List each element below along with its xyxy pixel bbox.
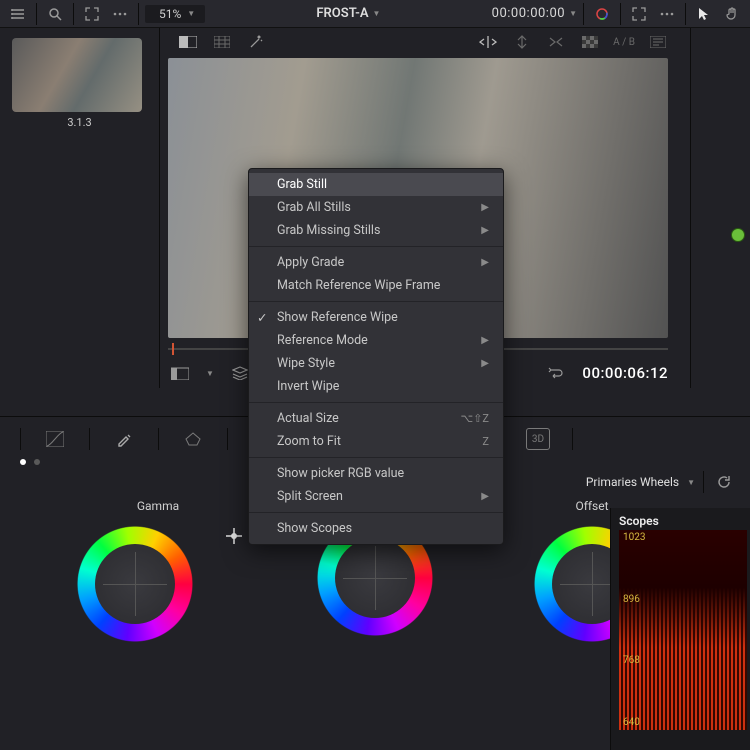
- checker-icon[interactable]: [578, 31, 602, 53]
- more-icon[interactable]: [655, 3, 679, 25]
- wipe-vertical-icon[interactable]: [510, 31, 534, 53]
- scopes-panel: Scopes 1023 896 768 640: [610, 508, 750, 750]
- chevron-right-icon: ▶: [481, 358, 489, 369]
- menu-show-picker-rgb[interactable]: Show picker RGB value: [249, 462, 503, 485]
- page-dot[interactable]: [20, 459, 26, 465]
- chevron-down-icon: ▼: [187, 9, 195, 18]
- chevron-right-icon: ▶: [481, 257, 489, 268]
- menu-grab-missing-stills[interactable]: Grab Missing Stills▶: [249, 219, 503, 242]
- image-wipe-icon[interactable]: [176, 31, 200, 53]
- highlight-icon[interactable]: [646, 31, 670, 53]
- top-toolbar: 51% ▼ FROST-A ▼ 00:00:00:00 ▼: [0, 0, 750, 28]
- node[interactable]: [731, 228, 745, 242]
- wheel-label-gamma: Gamma: [137, 499, 179, 513]
- search-icon[interactable]: [43, 3, 67, 25]
- menu-invert-wipe[interactable]: Invert Wipe: [249, 375, 503, 398]
- scope-scale-label: 768: [623, 655, 645, 666]
- scope-scale-label: 640: [623, 717, 645, 728]
- chevron-down-icon[interactable]: ▼: [687, 478, 695, 487]
- expand-icon[interactable]: [627, 3, 651, 25]
- curves-icon[interactable]: [43, 428, 67, 450]
- nodes-panel: [690, 28, 750, 388]
- chevron-down-icon: ▼: [373, 9, 381, 18]
- viewer-context-menu: Grab Still Grab All Stills▶ Grab Missing…: [248, 168, 504, 545]
- color-wheel-icon[interactable]: [590, 3, 614, 25]
- menu-grab-still[interactable]: Grab Still: [249, 173, 503, 196]
- menu-icon[interactable]: [6, 3, 30, 25]
- magic-wand-icon[interactable]: [244, 31, 268, 53]
- menu-wipe-style[interactable]: Wipe Style▶: [249, 352, 503, 375]
- scope-display: 1023 896 768 640: [619, 530, 747, 730]
- chevron-right-icon: ▶: [481, 491, 489, 502]
- pointer-icon[interactable]: [692, 3, 716, 25]
- wheel-label-offset: Offset: [575, 499, 608, 513]
- shape-icon[interactable]: [181, 428, 205, 450]
- chevron-right-icon: ▶: [481, 225, 489, 236]
- chevron-down-icon[interactable]: ▼: [206, 369, 214, 378]
- clip-title[interactable]: FROST-A ▼: [209, 6, 487, 21]
- still-thumbnail[interactable]: [12, 38, 142, 112]
- menu-reference-mode[interactable]: Reference Mode▶: [249, 329, 503, 352]
- ab-compare-icon[interactable]: A / B: [612, 31, 636, 53]
- playhead[interactable]: [172, 343, 174, 355]
- scopes-title: Scopes: [619, 514, 746, 528]
- expand-icon[interactable]: [80, 3, 104, 25]
- loop-icon[interactable]: [544, 362, 568, 384]
- menu-zoom-to-fit[interactable]: Zoom to FitZ: [249, 430, 503, 453]
- check-icon: ✓: [257, 310, 267, 326]
- menu-grab-all-stills[interactable]: Grab All Stills▶: [249, 196, 503, 219]
- scope-scale-label: 1023: [623, 532, 645, 543]
- menu-apply-grade[interactable]: Apply Grade▶: [249, 251, 503, 274]
- position-timecode: 00:00:06:12: [582, 364, 668, 382]
- gamma-wheel[interactable]: [70, 519, 200, 649]
- wipe-horizontal-icon[interactable]: [476, 31, 500, 53]
- chevron-down-icon[interactable]: ▼: [569, 9, 577, 18]
- stills-gallery: 3.1.3: [0, 28, 160, 388]
- wipe-diagonal-icon[interactable]: [544, 31, 568, 53]
- menu-match-reference[interactable]: Match Reference Wipe Frame: [249, 274, 503, 297]
- page-dot[interactable]: [34, 459, 40, 465]
- primaries-wheels-dropdown[interactable]: Primaries Wheels: [586, 475, 679, 489]
- zoom-value: 51%: [159, 7, 181, 21]
- reset-icon[interactable]: [712, 471, 736, 493]
- scope-scale-label: 896: [623, 594, 645, 605]
- hand-icon[interactable]: [720, 3, 744, 25]
- menu-split-screen[interactable]: Split Screen▶: [249, 485, 503, 508]
- still-label: 3.1.3: [12, 116, 147, 129]
- viewer-toolbar: A / B: [168, 28, 678, 56]
- viewer-mode-icon[interactable]: [168, 362, 192, 384]
- picker-icon[interactable]: [222, 525, 246, 547]
- 3d-icon[interactable]: 3D: [526, 428, 550, 450]
- menu-show-reference-wipe[interactable]: ✓Show Reference Wipe: [249, 306, 503, 329]
- menu-show-scopes[interactable]: Show Scopes: [249, 517, 503, 540]
- menu-actual-size[interactable]: Actual Size⌥⇧Z: [249, 407, 503, 430]
- source-timecode: 00:00:00:00: [492, 6, 565, 21]
- grid-icon[interactable]: [210, 31, 234, 53]
- more-icon[interactable]: [108, 3, 132, 25]
- eyedropper-icon[interactable]: [112, 428, 136, 450]
- zoom-level[interactable]: 51% ▼: [145, 5, 205, 23]
- chevron-right-icon: ▶: [481, 202, 489, 213]
- chevron-right-icon: ▶: [481, 335, 489, 346]
